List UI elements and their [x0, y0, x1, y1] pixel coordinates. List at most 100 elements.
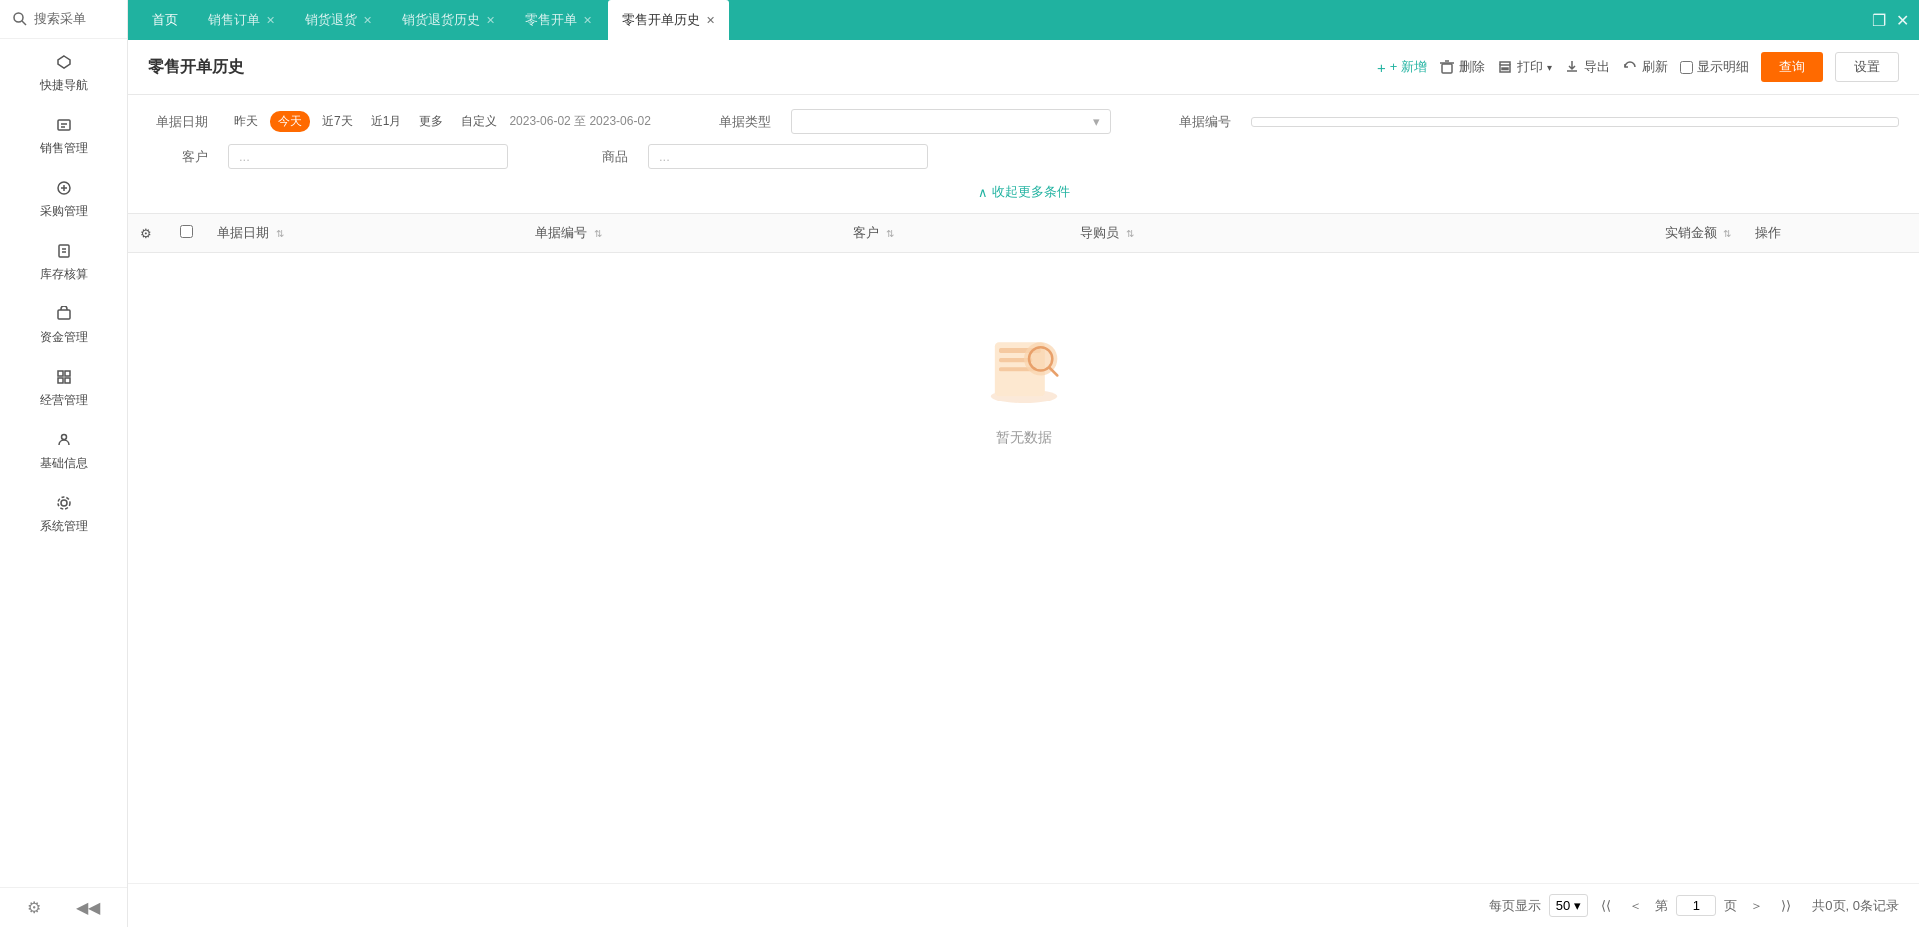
- empty-image: [974, 313, 1074, 413]
- sidebar-collapse-icon[interactable]: ◀◀: [76, 898, 100, 917]
- sidebar-item-finance[interactable]: 资金管理: [0, 291, 127, 354]
- sidebar-settings-icon[interactable]: ⚙: [27, 898, 41, 917]
- window-restore-icon[interactable]: ❐: [1872, 11, 1886, 30]
- docno-filter-input[interactable]: [1251, 117, 1899, 127]
- type-filter-select[interactable]: ▾: [791, 109, 1111, 134]
- th-date: 单据日期 ⇅: [205, 214, 523, 253]
- sidebar-item-sales-mgmt[interactable]: 销售管理: [0, 102, 127, 165]
- print-button[interactable]: 打印 ▾: [1497, 58, 1552, 76]
- goods-filter-input[interactable]: ...: [648, 144, 928, 169]
- table-wrapper: ⚙ 单据日期 ⇅ 单据编号 ⇅: [128, 214, 1919, 883]
- collapse-arrow-icon: ∧: [978, 185, 988, 200]
- sidebar: 搜索采单 快捷导航 销售管理 采购管理 库存核算: [0, 0, 128, 927]
- search-menu-btn[interactable]: 搜索采单: [0, 0, 127, 39]
- table-header-row: ⚙ 单据日期 ⇅ 单据编号 ⇅: [128, 214, 1919, 253]
- refresh-icon: [1622, 59, 1638, 75]
- first-page-btn[interactable]: ⟨⟨: [1596, 896, 1616, 915]
- date-btn-1month[interactable]: 近1月: [365, 111, 408, 132]
- sidebar-item-sys-mgmt[interactable]: 系统管理: [0, 480, 127, 543]
- date-range-display: 2023-06-02 至 2023-06-02: [509, 113, 650, 130]
- print-label: 打印: [1517, 58, 1543, 76]
- date-btn-more[interactable]: 更多: [413, 111, 449, 132]
- empty-state: 暂无数据: [128, 253, 1919, 507]
- settings-button[interactable]: 设置: [1835, 52, 1899, 82]
- svg-rect-10: [58, 310, 70, 319]
- sidebar-item-ops-mgmt[interactable]: 经营管理: [0, 354, 127, 417]
- refresh-button[interactable]: 刷新: [1622, 58, 1668, 76]
- tab-retail-history-label: 零售开单历史: [622, 11, 700, 29]
- tab-sales-return-history-label: 销货退货历史: [402, 11, 480, 29]
- sidebar-item-purchase-mgmt[interactable]: 采购管理: [0, 165, 127, 228]
- add-button[interactable]: + + 新增: [1377, 58, 1427, 76]
- last-page-btn[interactable]: ⟩⟩: [1776, 896, 1796, 915]
- sidebar-item-basic-info[interactable]: 基础信息: [0, 417, 127, 480]
- next-page-btn[interactable]: ＞: [1745, 895, 1768, 917]
- ops-mgmt-icon: [53, 366, 75, 388]
- collapse-label: 收起更多条件: [992, 183, 1070, 201]
- date-sort-icon[interactable]: ⇅: [276, 228, 284, 239]
- no-sort-icon[interactable]: ⇅: [594, 228, 602, 239]
- sales-mgmt-icon: [53, 114, 75, 136]
- th-amount-label: 实销金额: [1665, 225, 1717, 240]
- pagination: 每页显示 50 ▾ ⟨⟨ ＜ 第 页 ＞ ⟩⟩ 共0页, 0条记录: [128, 883, 1919, 927]
- tab-sales-return-close[interactable]: ✕: [363, 14, 372, 27]
- tab-sales-order-close[interactable]: ✕: [266, 14, 275, 27]
- customer-filter-input[interactable]: ...: [228, 144, 508, 169]
- tab-sales-order[interactable]: 销售订单 ✕: [194, 0, 289, 40]
- sidebar-label-sales-mgmt: 销售管理: [40, 140, 88, 157]
- svg-rect-18: [1442, 64, 1452, 73]
- th-guide-label: 导购员: [1080, 225, 1119, 240]
- tab-sales-return-label: 销货退货: [305, 11, 357, 29]
- add-icon: +: [1377, 59, 1386, 76]
- th-customer: 客户 ⇅: [841, 214, 1068, 253]
- tab-sales-return-history[interactable]: 销货退货历史 ✕: [388, 0, 509, 40]
- tab-retail-open[interactable]: 零售开单 ✕: [511, 0, 606, 40]
- query-button[interactable]: 查询: [1761, 52, 1823, 82]
- customer-sort-icon[interactable]: ⇅: [886, 228, 894, 239]
- inventory-icon: [53, 240, 75, 262]
- type-filter-label: 单据类型: [711, 113, 771, 131]
- quick-nav-icon: [53, 51, 75, 73]
- tab-sales-return[interactable]: 销货退货 ✕: [291, 0, 386, 40]
- date-btn-7days[interactable]: 近7天: [316, 111, 359, 132]
- tab-home[interactable]: 首页: [138, 0, 192, 40]
- th-date-label: 单据日期: [217, 225, 269, 240]
- select-all-checkbox[interactable]: [180, 225, 193, 238]
- sidebar-item-inventory[interactable]: 库存核算: [0, 228, 127, 291]
- svg-rect-3: [58, 120, 70, 130]
- sidebar-label-inventory: 库存核算: [40, 266, 88, 283]
- refresh-label: 刷新: [1642, 58, 1668, 76]
- date-btn-yesterday[interactable]: 昨天: [228, 111, 264, 132]
- export-button[interactable]: 导出: [1564, 58, 1610, 76]
- page-number-input[interactable]: [1676, 895, 1716, 916]
- date-btn-custom[interactable]: 自定义: [455, 111, 503, 132]
- svg-point-0: [14, 13, 23, 22]
- amount-sort-icon[interactable]: ⇅: [1723, 228, 1731, 239]
- collapse-filter-btn[interactable]: ∧ 收起更多条件: [148, 179, 1899, 205]
- data-table: ⚙ 单据日期 ⇅ 单据编号 ⇅: [128, 214, 1919, 253]
- page-size-arrow: ▾: [1574, 898, 1581, 913]
- delete-button[interactable]: 删除: [1439, 58, 1485, 76]
- print-icon: [1497, 59, 1513, 75]
- display-detail-input[interactable]: [1680, 61, 1693, 74]
- date-btn-today[interactable]: 今天: [270, 111, 310, 132]
- guide-sort-icon[interactable]: ⇅: [1126, 228, 1134, 239]
- tab-sales-return-history-close[interactable]: ✕: [486, 14, 495, 27]
- page-size-select[interactable]: 50 ▾: [1549, 894, 1588, 917]
- display-detail-checkbox[interactable]: 显示明细: [1680, 58, 1749, 76]
- svg-point-17: [58, 497, 70, 509]
- sidebar-item-quick-nav[interactable]: 快捷导航: [0, 39, 127, 102]
- tab-retail-history[interactable]: 零售开单历史 ✕: [608, 0, 729, 40]
- svg-rect-14: [65, 378, 70, 383]
- prev-page-btn[interactable]: ＜: [1624, 895, 1647, 917]
- table-settings-icon[interactable]: ⚙: [140, 226, 152, 241]
- window-controls: ❐ ✕: [1872, 11, 1909, 30]
- sidebar-label-purchase-mgmt: 采购管理: [40, 203, 88, 220]
- tab-retail-open-close[interactable]: ✕: [583, 14, 592, 27]
- window-close-icon[interactable]: ✕: [1896, 11, 1909, 30]
- svg-point-16: [61, 500, 67, 506]
- page-size-value: 50: [1556, 898, 1570, 913]
- tab-sales-order-label: 销售订单: [208, 11, 260, 29]
- sidebar-label-finance: 资金管理: [40, 329, 88, 346]
- tab-retail-history-close[interactable]: ✕: [706, 14, 715, 27]
